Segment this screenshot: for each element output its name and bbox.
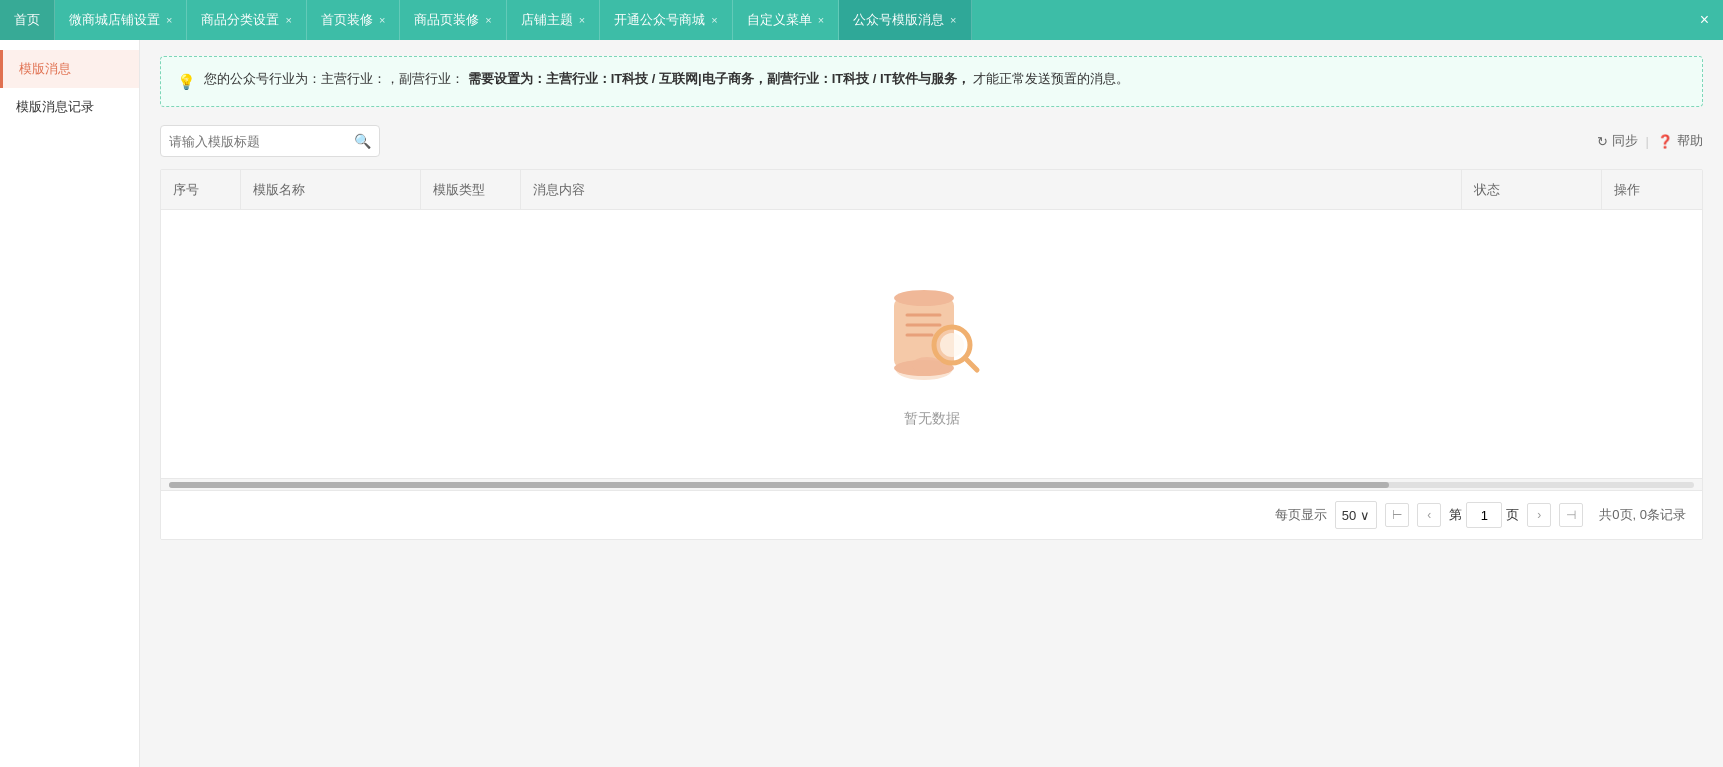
tab-category-settings[interactable]: 商品分类设置 ×	[187, 0, 306, 40]
tab-home[interactable]: 首页	[0, 0, 55, 40]
top-navigation: 首页 微商城店铺设置 × 商品分类设置 × 首页装修 × 商品页装修 × 店铺主…	[0, 0, 1723, 40]
sync-button[interactable]: ↻ 同步	[1597, 132, 1638, 150]
col-header-action: 操作	[1602, 170, 1702, 209]
page-size-value: 50	[1342, 508, 1356, 523]
close-tab-product-decoration[interactable]: ×	[485, 14, 491, 26]
empty-state: 暂无数据	[161, 210, 1702, 478]
page-input-wrap: 第 页	[1449, 502, 1519, 528]
last-page-button[interactable]: ⊣	[1559, 503, 1583, 527]
help-button[interactable]: ❓ 帮助	[1657, 132, 1703, 150]
page-number-input[interactable]	[1466, 502, 1502, 528]
col-header-index: 序号	[161, 170, 241, 209]
divider: |	[1646, 134, 1649, 149]
empty-text: 暂无数据	[904, 410, 960, 428]
data-table: 序号 模版名称 模版类型 消息内容 状态 操作	[160, 169, 1703, 540]
scrollbar-thumb[interactable]	[169, 482, 1389, 488]
tab-open-mall[interactable]: 开通公众号商城 ×	[600, 0, 732, 40]
sidebar-item-template-record[interactable]: 模版消息记录	[0, 88, 139, 126]
close-tab-custom-menu[interactable]: ×	[818, 14, 824, 26]
svg-point-10	[912, 357, 942, 373]
notice-suffix: 才能正常发送预置的消息。	[973, 71, 1129, 86]
notice-box: 💡 您的公众号行业为：主营行业：，副营行业： 需要设置为：主营行业：IT科技 /…	[160, 56, 1703, 107]
next-page-button[interactable]: ›	[1527, 503, 1551, 527]
tab-custom-menu[interactable]: 自定义菜单 ×	[733, 0, 839, 40]
search-box[interactable]: 🔍	[160, 125, 380, 157]
notice-icon: 💡	[177, 70, 196, 94]
table-header: 序号 模版名称 模版类型 消息内容 状态 操作	[161, 170, 1702, 210]
total-info: 共0页, 0条记录	[1599, 506, 1686, 524]
scrollbar-track	[169, 482, 1694, 488]
page-size-label: 每页显示	[1275, 506, 1327, 524]
tab-template-message[interactable]: 公众号模版消息 ×	[839, 0, 971, 40]
page-label-before: 第	[1449, 506, 1462, 524]
content-area: 💡 您的公众号行业为：主营行业：，副营行业： 需要设置为：主营行业：IT科技 /…	[140, 40, 1723, 767]
close-all-tabs-button[interactable]: ×	[1686, 11, 1723, 29]
col-header-content: 消息内容	[521, 170, 1462, 209]
page-label-after: 页	[1506, 506, 1519, 524]
search-actions: ↻ 同步 | ❓ 帮助	[1597, 132, 1703, 150]
first-page-button[interactable]: ⊢	[1385, 503, 1409, 527]
tab-home-decoration[interactable]: 首页装修 ×	[307, 0, 400, 40]
horizontal-scrollbar[interactable]	[161, 478, 1702, 490]
tab-store-theme[interactable]: 店铺主题 ×	[507, 0, 600, 40]
close-tab-open-mall[interactable]: ×	[711, 14, 717, 26]
svg-point-8	[940, 333, 964, 357]
search-bar: 🔍 ↻ 同步 | ❓ 帮助	[160, 125, 1703, 157]
close-tab-home-decoration[interactable]: ×	[379, 14, 385, 26]
help-icon: ❓	[1657, 134, 1673, 149]
notice-prefix: 您的公众号行业为：主营行业：，副营行业：	[204, 71, 464, 86]
close-tab-store-theme[interactable]: ×	[579, 14, 585, 26]
tab-store-settings[interactable]: 微商城店铺设置 ×	[55, 0, 187, 40]
close-tab-category-settings[interactable]: ×	[285, 14, 291, 26]
tab-product-decoration[interactable]: 商品页装修 ×	[400, 0, 506, 40]
page-size-select[interactable]: 50 ∨	[1335, 501, 1377, 529]
sync-label: 同步	[1612, 132, 1638, 150]
help-label: 帮助	[1677, 132, 1703, 150]
close-tab-store-settings[interactable]: ×	[166, 14, 172, 26]
svg-line-9	[965, 358, 977, 370]
col-header-type: 模版类型	[421, 170, 521, 209]
col-header-status: 状态	[1462, 170, 1602, 209]
prev-page-button[interactable]: ‹	[1417, 503, 1441, 527]
close-tab-template-message[interactable]: ×	[950, 14, 956, 26]
svg-point-2	[894, 290, 954, 306]
pagination: 每页显示 50 ∨ ⊢ ‹ 第 页 › ⊣ 共0页, 0条记录	[161, 490, 1702, 539]
main-layout: 模版消息 模版消息记录 💡 您的公众号行业为：主营行业：，副营行业： 需要设置为…	[0, 40, 1723, 767]
page-size-dropdown-icon: ∨	[1360, 508, 1370, 523]
search-input[interactable]	[169, 134, 354, 149]
empty-illustration	[872, 270, 992, 390]
col-header-name: 模版名称	[241, 170, 421, 209]
search-icon[interactable]: 🔍	[354, 133, 371, 149]
notice-highlight: 需要设置为：主营行业：IT科技 / 互联网|电子商务，副营行业：IT科技 / I…	[468, 71, 970, 86]
sidebar: 模版消息 模版消息记录	[0, 40, 140, 767]
sync-icon: ↻	[1597, 134, 1608, 149]
sidebar-item-template-msg[interactable]: 模版消息	[0, 50, 139, 88]
